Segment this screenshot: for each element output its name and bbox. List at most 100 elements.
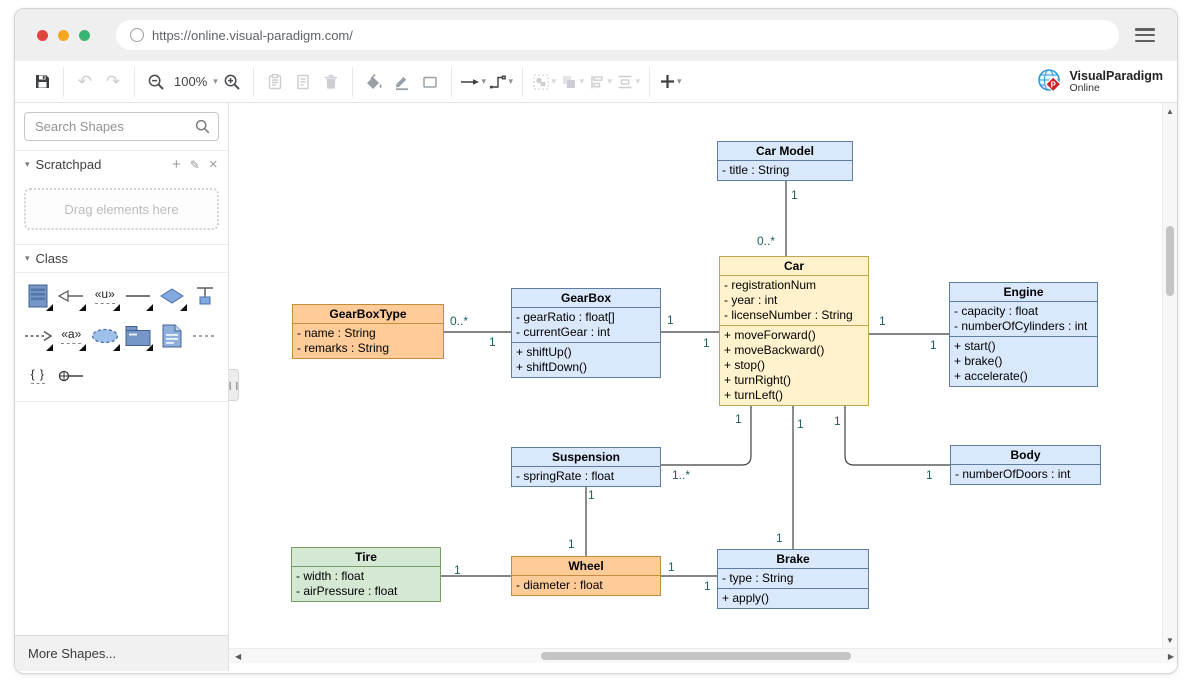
scratchpad-header[interactable]: ▾ Scratchpad + ✎ ✕ xyxy=(15,150,228,178)
minimize-window-button[interactable] xyxy=(58,29,69,41)
multiplicity-label: 1 xyxy=(568,537,575,551)
palette-item-usage-stereotype[interactable]: «u» xyxy=(88,283,122,311)
zoom-in-button[interactable] xyxy=(218,68,246,96)
sidebar-collapse-handle[interactable]: ❙❙ xyxy=(229,369,240,401)
dropdown-caret-icon[interactable]: ▾ xyxy=(636,76,641,87)
dropdown-caret-icon[interactable]: ▾ xyxy=(677,76,682,87)
connector-style-button[interactable]: ▾ xyxy=(487,68,515,96)
palette-item-aggregation-diamond[interactable] xyxy=(155,283,189,311)
member-row: - title : String xyxy=(722,163,790,177)
class-name: Tire xyxy=(355,550,377,564)
palette-item-package[interactable] xyxy=(122,323,156,351)
scroll-left-icon[interactable]: ◀ xyxy=(235,649,241,663)
scratchpad-close-icon[interactable]: ✕ xyxy=(209,158,218,171)
scroll-down-icon[interactable]: ▼ xyxy=(1163,636,1177,645)
fill-color-button[interactable] xyxy=(360,68,388,96)
palette-item-note[interactable] xyxy=(155,323,189,349)
effects-icon xyxy=(532,73,550,91)
effects-button[interactable]: ▾ xyxy=(530,68,558,96)
undo-icon: ↶ xyxy=(77,72,93,91)
save-button[interactable] xyxy=(28,68,56,96)
member-row: - gearRatio : float[] xyxy=(516,310,615,324)
toolbar-group: ▾ ▾ xyxy=(450,66,522,97)
shape-style-button[interactable] xyxy=(416,68,444,96)
insert-button[interactable]: ▾ xyxy=(657,68,685,96)
member-row: + start() xyxy=(954,339,996,353)
maximize-window-button[interactable] xyxy=(79,29,90,41)
palette-item-containment[interactable] xyxy=(189,283,223,309)
undo-button[interactable]: ↶ xyxy=(71,68,99,96)
address-bar[interactable]: https://online.visual-paradigm.com/ xyxy=(116,20,1119,50)
multiplicity-label: 1 xyxy=(834,414,841,428)
multiplicity-label: 1 xyxy=(703,336,710,350)
member-row: + shiftDown() xyxy=(516,360,588,374)
multiplicity-label: 1 xyxy=(930,338,937,352)
delete-button[interactable] xyxy=(317,68,345,96)
class-section-header[interactable]: ▾ Class xyxy=(15,244,228,272)
search-input[interactable] xyxy=(24,112,219,141)
palette-item-constraint[interactable]: { } xyxy=(21,363,55,389)
diagram-canvas[interactable]: ❙❙ Car Model - title : String Car - registr… xyxy=(229,103,1177,671)
redo-button[interactable]: ↷ xyxy=(99,68,127,96)
class-body[interactable]: Body - numberOfDoors : int xyxy=(950,445,1101,485)
browser-menu-icon[interactable] xyxy=(1135,28,1155,42)
palette-item-class-shape[interactable] xyxy=(21,283,55,311)
horizontal-scrollbar[interactable]: ◀ ▶ xyxy=(229,648,1177,663)
member-row: - type : String xyxy=(722,571,794,585)
palette-item-association[interactable] xyxy=(122,283,156,311)
palette-item-socket-interface[interactable] xyxy=(55,363,89,389)
class-wheel[interactable]: Wheel - diameter : float xyxy=(511,556,661,596)
align-button[interactable]: ▾ xyxy=(586,68,614,96)
class-gearbox[interactable]: GearBox - gearRatio : float[] - currentGea… xyxy=(511,288,661,378)
site-info-icon[interactable] xyxy=(130,28,144,42)
member-row: - springRate : float xyxy=(516,469,615,483)
class-car-model[interactable]: Car Model - title : String xyxy=(717,141,853,181)
palette-item-dashed-line[interactable] xyxy=(189,323,223,349)
scratchpad-hint: Drag elements here xyxy=(64,201,179,217)
class-tire[interactable]: Tire - width : float - airPressure : float xyxy=(291,547,441,602)
class-name: Wheel xyxy=(568,559,604,573)
connector-arrow-button[interactable]: ▾ xyxy=(459,68,487,96)
paste-button[interactable] xyxy=(261,68,289,96)
dropdown-caret-icon[interactable]: ▾ xyxy=(580,76,585,87)
dropdown-caret-icon[interactable]: ▾ xyxy=(608,76,613,87)
class-engine[interactable]: Engine - capacity : float - numberOfCylind… xyxy=(949,282,1098,387)
distribute-button[interactable]: ▾ xyxy=(614,68,642,96)
line-color-button[interactable] xyxy=(388,68,416,96)
member-row: + shiftUp() xyxy=(516,345,572,359)
chevron-down-icon: ▾ xyxy=(25,159,30,169)
dropdown-caret-icon[interactable]: ▾ xyxy=(482,76,487,87)
dropdown-caret-icon[interactable]: ▾ xyxy=(552,76,557,87)
palette-item-dashed-ellipse[interactable] xyxy=(88,323,122,351)
more-shapes-button[interactable]: More Shapes... xyxy=(15,635,228,671)
class-name: Body xyxy=(1010,448,1041,462)
palette-item-generalization[interactable] xyxy=(55,283,89,311)
group-button[interactable]: ▾ xyxy=(558,68,586,96)
scratchpad-drop-area[interactable]: Drag elements here xyxy=(24,188,219,230)
horizontal-scroll-thumb[interactable] xyxy=(541,652,851,660)
copy-button[interactable] xyxy=(289,68,317,96)
class-car[interactable]: Car - registrationNum - year : int - licens… xyxy=(719,256,869,406)
vertical-scrollbar[interactable]: ▲ ▼ xyxy=(1162,103,1177,649)
brand-product: Online xyxy=(1069,81,1100,94)
palette-item-dependency[interactable] xyxy=(21,323,55,351)
dropdown-caret-icon[interactable]: ▾ xyxy=(509,76,514,87)
search-icon[interactable] xyxy=(195,119,210,134)
toolbar-group: ↶ ↷ xyxy=(63,66,134,97)
class-gearboxtype[interactable]: GearBoxType - name : String - remarks : St… xyxy=(292,304,444,359)
scratchpad-edit-icon[interactable]: ✎ xyxy=(190,158,200,172)
vertical-scroll-thumb[interactable] xyxy=(1166,226,1174,296)
scratchpad-add-icon[interactable]: + xyxy=(172,156,181,173)
palette-item-stereotype-a[interactable]: «a» xyxy=(55,323,89,351)
close-window-button[interactable] xyxy=(37,29,48,41)
editor-toolbar: ↶ ↷ 100% ▾ ▾ ▾ ▾ ▾ ▾ ▾ ▾ P VisualParadigm Online xyxy=(15,61,1177,103)
member-row: + apply() xyxy=(722,591,770,605)
plus-icon xyxy=(660,74,675,89)
class-shape-palette: «u» «a» { } xyxy=(15,272,228,402)
zoom-level-button[interactable]: 100% ▾ xyxy=(170,68,218,96)
class-suspension[interactable]: Suspension - springRate : float xyxy=(511,447,661,487)
scroll-up-icon[interactable]: ▲ xyxy=(1163,107,1177,116)
scroll-right-icon[interactable]: ▶ xyxy=(1168,649,1174,663)
class-brake[interactable]: Brake - type : String + apply() xyxy=(717,549,869,609)
zoom-out-button[interactable] xyxy=(142,68,170,96)
